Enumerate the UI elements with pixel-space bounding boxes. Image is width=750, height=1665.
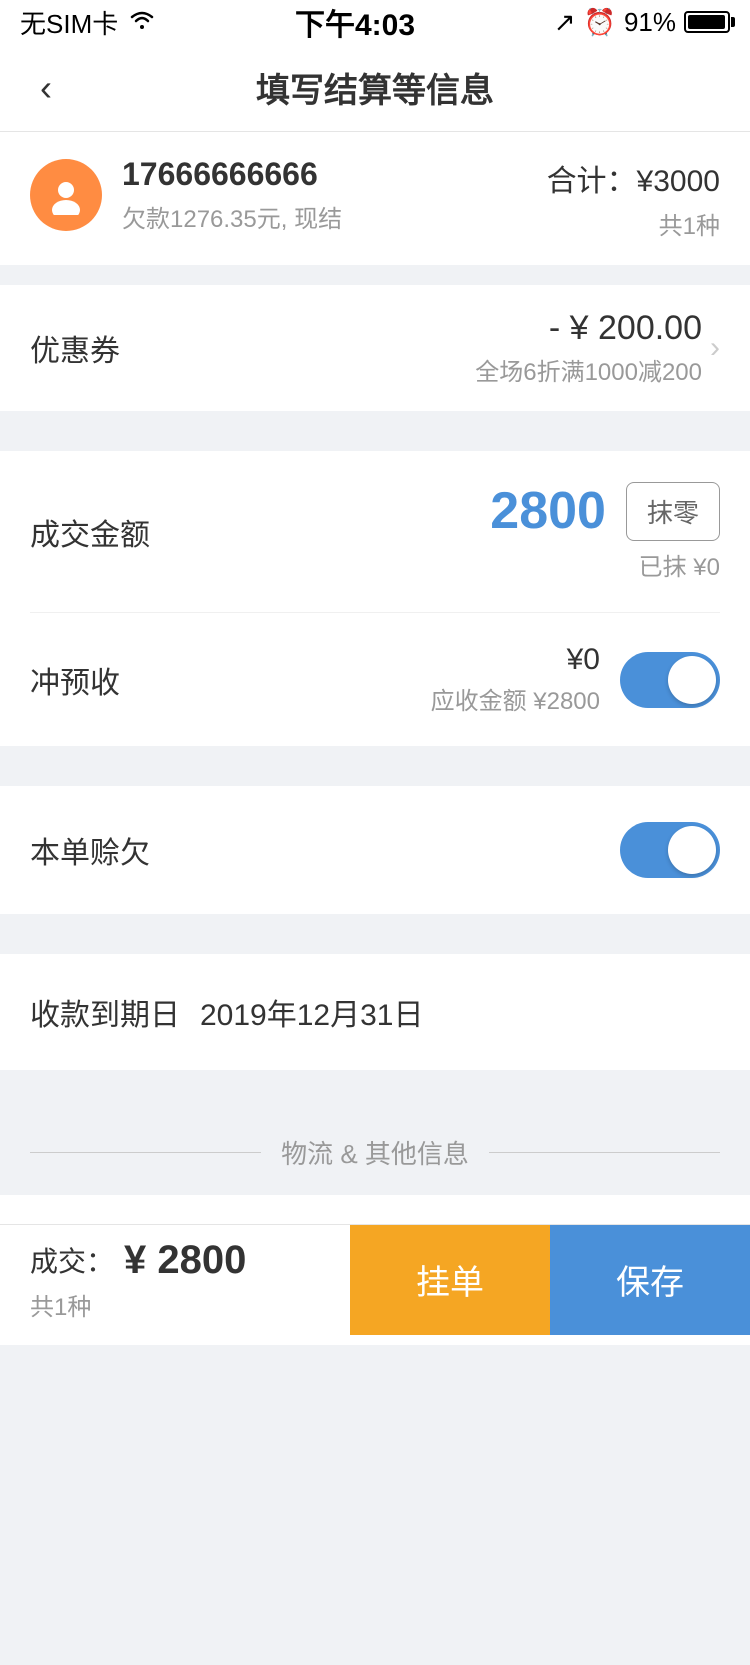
transaction-amount: 2800 xyxy=(490,481,606,541)
coupon-value-block: - ¥ 200.00 全场6折满1000减200 xyxy=(475,309,702,387)
due-date-label: 收款到期日 xyxy=(30,990,180,1034)
back-button[interactable]: ‹ xyxy=(30,57,62,119)
logistics-divider: 物流 & 其他信息 xyxy=(0,1110,750,1195)
prepay-toggle[interactable] xyxy=(620,652,720,708)
status-left: 无SIM卡 xyxy=(20,4,156,41)
alarm-icon: ⏰ xyxy=(584,7,616,38)
due-date-row: 收款到期日 2019年12月31日 xyxy=(30,954,720,1070)
nav-bar: ‹ 填写结算等信息 xyxy=(0,44,750,132)
status-time: 下午4:03 xyxy=(295,0,415,44)
due-date-section: 收款到期日 2019年12月31日 xyxy=(0,954,750,1070)
status-right: ↗ ⏰ 91% xyxy=(554,7,730,38)
status-bar: 无SIM卡 下午4:03 ↗ ⏰ 91% xyxy=(0,0,750,44)
bottom-bar: 成交： ¥ 2800 共1种 挂单 保存 xyxy=(0,1224,750,1334)
customer-debt: 欠款1276.35元, 现结 xyxy=(122,199,342,234)
prepay-value-block: ¥0 应收金额 ¥2800 xyxy=(431,643,600,716)
transaction-value-block: 2800 抹零 xyxy=(490,481,720,541)
prepay-label: 冲预收 xyxy=(30,658,120,702)
customer-left: 17666666666 欠款1276.35元, 现结 xyxy=(30,156,342,234)
wifi-icon xyxy=(128,7,156,38)
debt-toggle[interactable] xyxy=(620,822,720,878)
customer-right: 合计：¥3000 共1种 xyxy=(547,156,720,241)
hang-order-button[interactable]: 挂单 xyxy=(350,1225,550,1335)
debt-toggle-knob xyxy=(668,826,716,874)
total-amount: 合计：¥3000 xyxy=(547,156,720,200)
section-divider-3 xyxy=(0,914,750,934)
toggle-knob xyxy=(668,656,716,704)
bottom-amount: ¥ 2800 xyxy=(124,1238,246,1283)
prepay-receivable: 应收金额 ¥2800 xyxy=(431,681,600,716)
debt-row: 本单赊欠 xyxy=(30,786,720,914)
section-divider-2 xyxy=(0,746,750,766)
save-button[interactable]: 保存 xyxy=(550,1225,750,1335)
coupon-arrow-icon: › xyxy=(710,331,720,365)
main-content: 17666666666 欠款1276.35元, 现结 合计：¥3000 共1种 … xyxy=(0,132,750,1665)
bottom-transaction-label: 成交： ¥ 2800 xyxy=(30,1238,320,1283)
empty-space xyxy=(0,1345,750,1545)
page-title: 填写结算等信息 xyxy=(256,63,494,112)
due-date-value: 2019年12月31日 xyxy=(200,990,423,1034)
location-icon: ↗ xyxy=(554,7,576,38)
transaction-amount-row: 成交金额 2800 抹零 已抹 ¥0 xyxy=(30,451,720,613)
battery-icon xyxy=(684,11,730,33)
customer-section: 17666666666 欠款1276.35元, 现结 合计：¥3000 共1种 xyxy=(0,132,750,265)
coupon-description: 全场6折满1000减200 xyxy=(475,352,702,387)
round-zero-button[interactable]: 抹零 xyxy=(626,482,720,541)
coupon-label: 优惠券 xyxy=(30,326,120,370)
divider-line-right xyxy=(489,1152,720,1153)
amount-section: 成交金额 2800 抹零 已抹 ¥0 冲预收 ¥0 应收金额 ¥2800 xyxy=(0,451,750,746)
coupon-section[interactable]: 优惠券 - ¥ 200.00 全场6折满1000减200 › xyxy=(0,285,750,411)
section-divider-1 xyxy=(0,431,750,451)
customer-phone: 17666666666 xyxy=(122,156,342,193)
customer-info: 17666666666 欠款1276.35元, 现结 xyxy=(122,156,342,234)
bottom-info: 成交： ¥ 2800 共1种 xyxy=(0,1238,350,1322)
prepay-row: 冲预收 ¥0 应收金额 ¥2800 xyxy=(30,613,720,746)
carrier-text: 无SIM卡 xyxy=(20,4,118,41)
debt-label: 本单赊欠 xyxy=(30,828,150,872)
divider-line-left xyxy=(30,1152,261,1153)
section-divider-4 xyxy=(0,1070,750,1090)
avatar xyxy=(30,159,102,231)
logistics-divider-text: 物流 & 其他信息 xyxy=(281,1134,469,1171)
total-count: 共1种 xyxy=(547,206,720,241)
debt-section: 本单赊欠 xyxy=(0,786,750,914)
battery-percent: 91% xyxy=(624,7,676,38)
bottom-count: 共1种 xyxy=(30,1287,320,1322)
transaction-label: 成交金额 xyxy=(30,510,150,554)
prepay-right: ¥0 应收金额 ¥2800 xyxy=(431,643,720,716)
coupon-discount: - ¥ 200.00 xyxy=(475,309,702,348)
transaction-sub-text: 已抹 ¥0 xyxy=(639,547,720,582)
prepay-amount: ¥0 xyxy=(431,643,600,677)
